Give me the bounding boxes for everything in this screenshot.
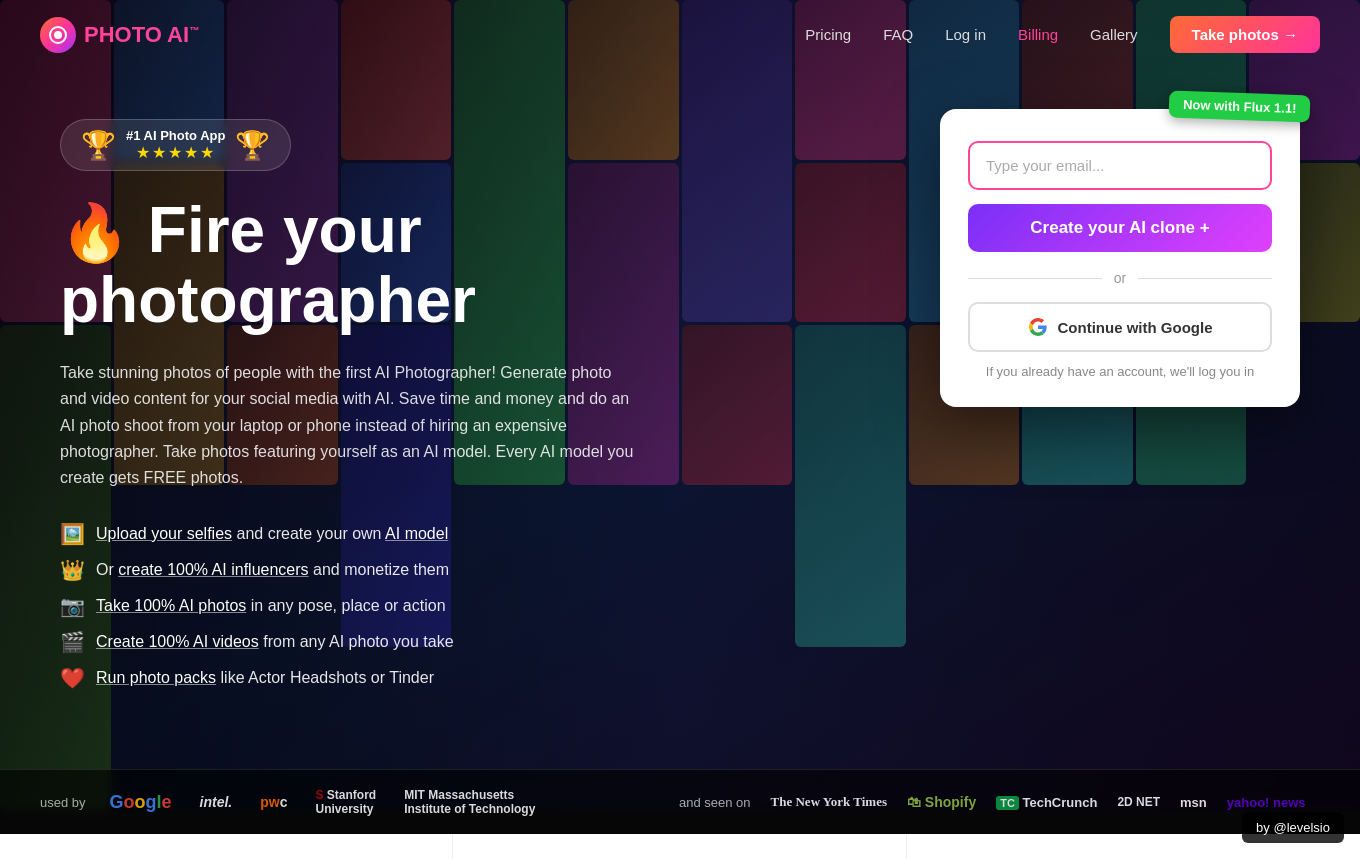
award-stars: ★★★★★ (126, 143, 225, 162)
photos-text: Take 100% AI photos in any pose, place o… (96, 597, 446, 615)
email-input[interactable] (968, 141, 1272, 190)
photos-emoji: 📷 (60, 594, 86, 618)
videos-text: Create 100% AI videos from any AI photo … (96, 633, 454, 651)
logo-text: PHOTO AI™ (84, 22, 199, 48)
create-clone-button[interactable]: Create your AI clone + (968, 204, 1272, 252)
nav-login[interactable]: Log in (945, 26, 986, 43)
testimonials-section: "Photo AI is making money by "Photo AI c… (0, 834, 1360, 859)
nav-pricing[interactable]: Pricing (805, 26, 851, 43)
feature-item-selfies: 🖼️ Upload your selfies and create your o… (60, 522, 640, 546)
divider-text: or (1114, 270, 1126, 286)
logo[interactable]: PHOTO AI™ (40, 17, 199, 53)
feature-list: 🖼️ Upload your selfies and create your o… (60, 522, 640, 690)
brand-nyt: The New York Times (771, 794, 887, 810)
divider-line-right (1138, 278, 1272, 279)
google-logo (1028, 317, 1048, 337)
logo-icon (40, 17, 76, 53)
feature-item-videos: 🎬 Create 100% AI videos from any AI phot… (60, 630, 640, 654)
brand-mit: MIT MassachusettsInstitute of Technology (404, 788, 535, 816)
nav-cta-button[interactable]: Take photos → (1170, 16, 1320, 53)
brand-zdnet: 2D NET (1117, 795, 1160, 809)
headline-line1: Fire your (148, 194, 422, 266)
hero-left: 🏆 #1 AI Photo App ★★★★★ 🏆 🔥 Fire your ph… (60, 99, 640, 690)
hero-headline: 🔥 Fire your photographer (60, 195, 640, 336)
divider-line-left (968, 278, 1102, 279)
award-badge: 🏆 #1 AI Photo App ★★★★★ 🏆 (60, 119, 291, 171)
selfies-emoji: 🖼️ (60, 522, 86, 546)
brand-stanford: S StanfordUniversity (316, 788, 377, 816)
brand-pwc: pwc (260, 794, 287, 810)
influencers-text: Or create 100% AI influencers and moneti… (96, 561, 449, 579)
nav-gallery[interactable]: Gallery (1090, 26, 1138, 43)
hero-description: Take stunning photos of people with the … (60, 360, 640, 492)
testimonial-card-1: "Photo AI is making money by (0, 834, 453, 859)
google-signin-button[interactable]: Continue with Google (968, 302, 1272, 352)
brand-shopify: 🛍 Shopify (907, 794, 976, 810)
signin-note: If you already have an account, we'll lo… (968, 364, 1272, 379)
brand-yahoo: yahoo! news (1227, 795, 1306, 810)
upload-selfies-link[interactable]: Upload your selfies (96, 525, 232, 542)
used-by-label: used by (40, 795, 86, 810)
laurel-left: 🏆 (81, 129, 116, 162)
influencers-emoji: 👑 (60, 558, 86, 582)
laurel-right: 🏆 (235, 129, 270, 162)
brand-logos: Google intel. pwc S StanfordUniversity M… (110, 788, 659, 816)
brand-intel: intel. (200, 794, 233, 810)
ai-videos-link[interactable]: Create 100% AI videos (96, 633, 259, 650)
seen-on-label: and seen on (679, 795, 751, 810)
fire-emoji: 🔥 (60, 201, 130, 264)
award-text: #1 AI Photo App ★★★★★ (126, 128, 225, 162)
flux-badge: Now with Flux 1.1! (1168, 91, 1310, 123)
signup-card: Now with Flux 1.1! Create your AI clone … (940, 109, 1300, 407)
award-title: #1 AI Photo App (126, 128, 225, 143)
headline-line2: photographer (60, 264, 476, 336)
feature-item-influencers: 👑 Or create 100% AI influencers and mone… (60, 558, 640, 582)
brand-techcrunch: TC TechCrunch (996, 795, 1097, 810)
testimonial-card-2: "Photo AI can help content (453, 834, 906, 859)
packs-text: Run photo packs like Actor Headshots or … (96, 669, 434, 687)
navbar: PHOTO AI™ Pricing FAQ Log in Billing Gal… (0, 0, 1360, 69)
packs-emoji: ❤️ (60, 666, 86, 690)
ai-photos-link[interactable]: Take 100% AI photos (96, 597, 246, 614)
feature-item-photos: 📷 Take 100% AI photos in any pose, place… (60, 594, 640, 618)
feature-item-packs: ❤️ Run photo packs like Actor Headshots … (60, 666, 640, 690)
svg-point-1 (54, 31, 62, 39)
photo-packs-link[interactable]: Run photo packs (96, 669, 216, 686)
divider: or (968, 270, 1272, 286)
hero-section: 🏆 #1 AI Photo App ★★★★★ 🏆 🔥 Fire your ph… (0, 69, 1360, 769)
ai-model-link[interactable]: AI model (385, 525, 448, 542)
levelsio-badge: by @levelsio (1242, 812, 1344, 843)
brand-msn: msn (1180, 795, 1207, 810)
google-btn-text: Continue with Google (1058, 319, 1213, 336)
nav-faq[interactable]: FAQ (883, 26, 913, 43)
videos-emoji: 🎬 (60, 630, 86, 654)
nav-links: Pricing FAQ Log in Billing Gallery Take … (805, 16, 1320, 53)
brand-google: Google (110, 792, 172, 813)
selfies-text: Upload your selfies and create your own … (96, 525, 448, 543)
brands-bar: used by Google intel. pwc S StanfordUniv… (0, 769, 1360, 834)
ai-influencers-link[interactable]: create 100% AI influencers (118, 561, 308, 578)
media-logos: The New York Times 🛍 Shopify TC TechCrun… (771, 794, 1320, 810)
nav-billing[interactable]: Billing (1018, 26, 1058, 43)
